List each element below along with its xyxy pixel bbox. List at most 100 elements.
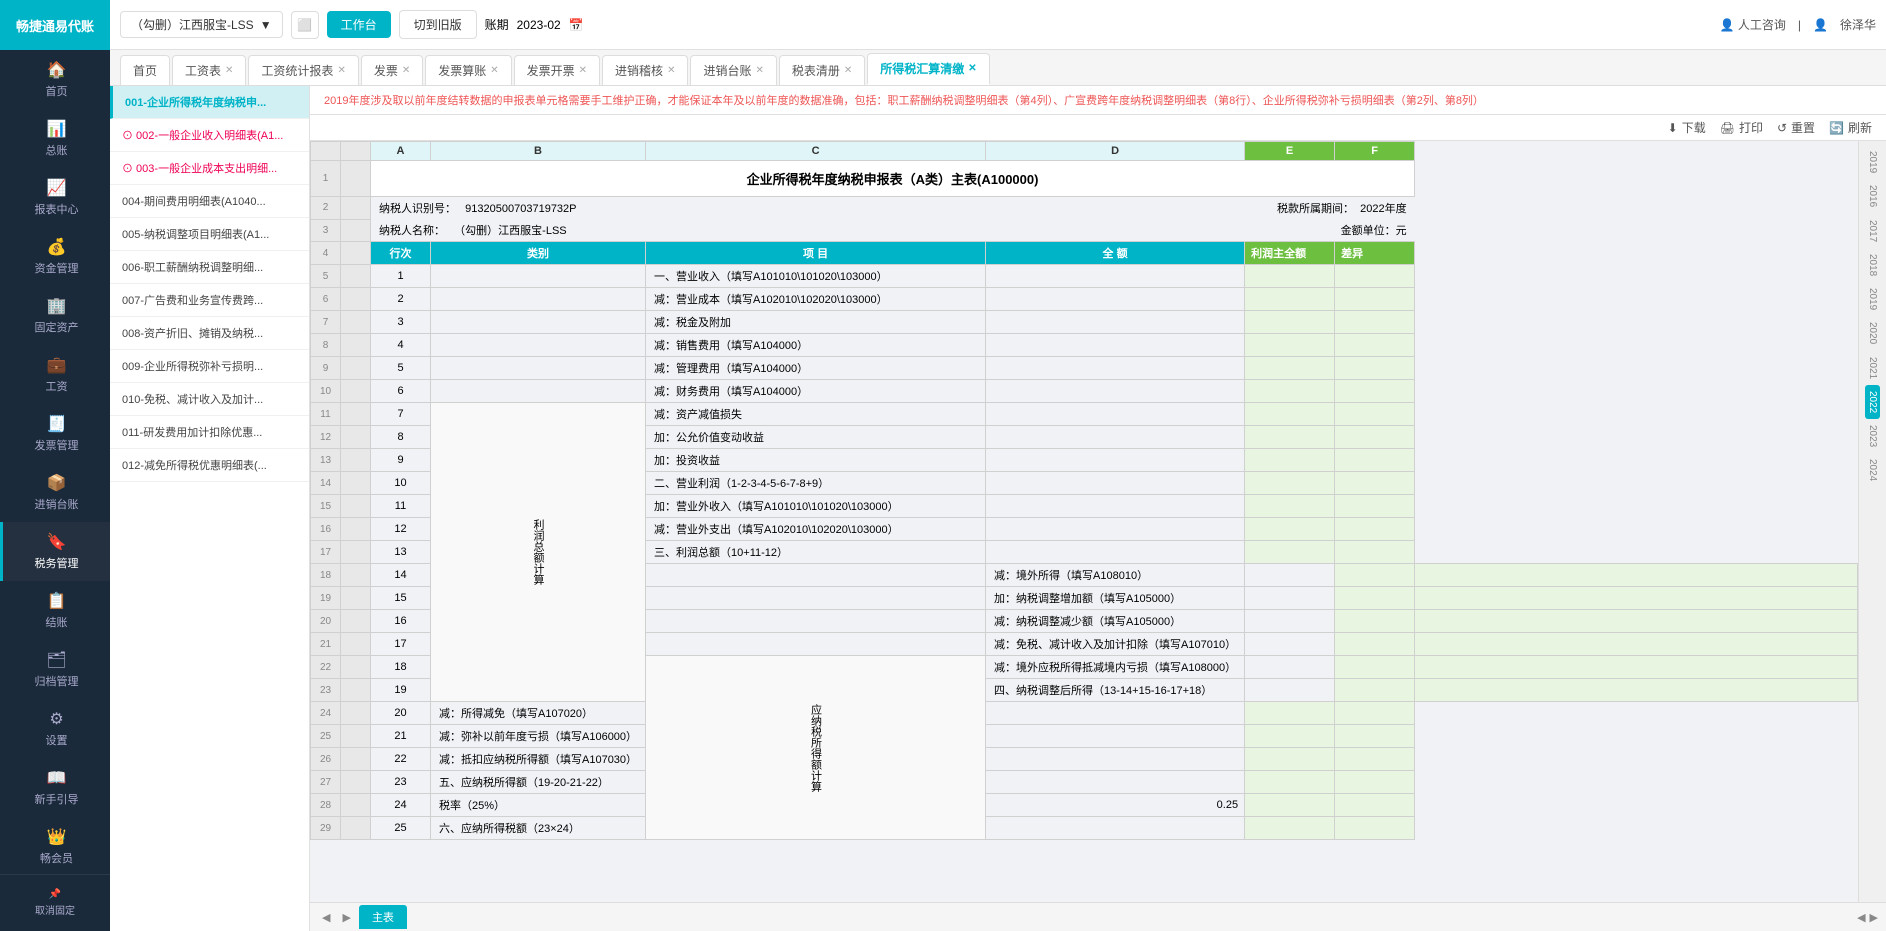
- row-line-5[interactable]: 5: [371, 357, 431, 380]
- report-item-011[interactable]: 011-研发费用加计扣除优惠...: [110, 416, 309, 449]
- row-diff-2[interactable]: [1335, 288, 1415, 311]
- row-profit-13[interactable]: [1245, 541, 1335, 564]
- row-amount-5[interactable]: [986, 357, 1245, 380]
- row-diff-12[interactable]: [1335, 518, 1415, 541]
- row-diff-8[interactable]: [1335, 426, 1415, 449]
- row-item-16[interactable]: 减：纳税调整减少额（填写A105000）: [986, 610, 1245, 633]
- row-item-11[interactable]: 加：营业外收入（填写A101010\101020\103000）: [646, 495, 986, 518]
- row-diff-25[interactable]: [1335, 817, 1415, 840]
- row-amount-2[interactable]: [986, 288, 1245, 311]
- row-line-19[interactable]: 19: [371, 679, 431, 702]
- sidebar-item-ledger[interactable]: 📊 总账: [0, 109, 110, 168]
- row-line-23[interactable]: 23: [371, 771, 431, 794]
- row-amount-20[interactable]: [986, 702, 1245, 725]
- company-selector[interactable]: （勾删）江西服宝-LSS ▼: [120, 11, 283, 38]
- tab-进销台账[interactable]: 进销台账✕: [690, 55, 776, 85]
- sidebar-item-settings[interactable]: ⚙ 设置: [0, 699, 110, 758]
- row-profit-21[interactable]: [1245, 725, 1335, 748]
- row-amount-23[interactable]: [986, 771, 1245, 794]
- sheet-nav-left[interactable]: ◀: [318, 909, 334, 926]
- row-item-5[interactable]: 减：管理费用（填写A104000）: [646, 357, 986, 380]
- tab-工资统计报表[interactable]: 工资统计报表✕: [248, 55, 358, 85]
- report-item-006[interactable]: 006-职工薪酬纳税调整明细...: [110, 251, 309, 284]
- row-amount-9[interactable]: [986, 449, 1245, 472]
- row-line-11[interactable]: 11: [371, 495, 431, 518]
- tab-发票开票[interactable]: 发票开票✕: [514, 55, 600, 85]
- row-line-17[interactable]: 17: [371, 633, 431, 656]
- row-amount-19[interactable]: [1245, 679, 1335, 702]
- year-item-2021[interactable]: 2021: [1865, 351, 1880, 385]
- row-item-19[interactable]: 四、纳税调整后所得（13-14+15-16-17+18）: [986, 679, 1245, 702]
- tab-税表清册[interactable]: 税表清册✕: [779, 55, 865, 85]
- row-diff-9[interactable]: [1335, 449, 1415, 472]
- row-item-15[interactable]: 加：纳税调整增加额（填写A105000）: [986, 587, 1245, 610]
- row-item-9[interactable]: 加：投资收益: [646, 449, 986, 472]
- row-profit-15[interactable]: [1335, 587, 1415, 610]
- year-item-2016[interactable]: 2016: [1865, 179, 1880, 213]
- row-diff-11[interactable]: [1335, 495, 1415, 518]
- row-profit-12[interactable]: [1245, 518, 1335, 541]
- row-diff-1[interactable]: [1335, 265, 1415, 288]
- row-amount-15[interactable]: [1245, 587, 1335, 610]
- switch-old-button[interactable]: 切到旧版: [399, 10, 477, 39]
- row-line-14[interactable]: 14: [371, 564, 431, 587]
- row-profit-14[interactable]: [1335, 564, 1415, 587]
- row-item-20[interactable]: 减：所得减免（填写A107020）: [431, 702, 646, 725]
- row-profit-11[interactable]: [1245, 495, 1335, 518]
- print-button[interactable]: 🖨 打印: [1720, 119, 1763, 136]
- refresh-button[interactable]: 🔄 刷新: [1829, 119, 1872, 136]
- row-line-9[interactable]: 9: [371, 449, 431, 472]
- row-diff-19[interactable]: [1415, 679, 1858, 702]
- row-diff-6[interactable]: [1335, 380, 1415, 403]
- row-amount-24[interactable]: 0.25: [986, 794, 1245, 817]
- tab-工资表[interactable]: 工资表✕: [172, 55, 246, 85]
- tab-进销稽核[interactable]: 进销稽核✕: [602, 55, 688, 85]
- tab-close-icon[interactable]: ✕: [337, 65, 345, 76]
- tab-close-icon[interactable]: ✕: [755, 65, 763, 76]
- row-profit-25[interactable]: [1245, 817, 1335, 840]
- report-item-005[interactable]: 005-纳税调整项目明细表(A1...: [110, 218, 309, 251]
- row-line-10[interactable]: 10: [371, 472, 431, 495]
- sidebar-item-invoice[interactable]: 🧾 发票管理: [0, 404, 110, 463]
- row-item-13[interactable]: 三、利润总额（10+11-12）: [646, 541, 986, 564]
- row-profit-24[interactable]: [1245, 794, 1335, 817]
- user-service-btn[interactable]: 👤 人工咨询: [1720, 16, 1786, 33]
- workstation-button[interactable]: 工作台: [327, 11, 391, 38]
- sidebar-item-purchase[interactable]: 📦 进销台账: [0, 463, 110, 522]
- row-amount-14[interactable]: [1245, 564, 1335, 587]
- row-line-6[interactable]: 6: [371, 380, 431, 403]
- row-item-21[interactable]: 减：弥补以前年度亏损（填写A106000）: [431, 725, 646, 748]
- row-profit-5[interactable]: [1245, 357, 1335, 380]
- row-profit-18[interactable]: [1335, 656, 1415, 679]
- scroll-left-btn[interactable]: ◀: [1857, 911, 1865, 924]
- row-line-13[interactable]: 13: [371, 541, 431, 564]
- row-profit-22[interactable]: [1245, 748, 1335, 771]
- row-diff-22[interactable]: [1335, 748, 1415, 771]
- row-profit-6[interactable]: [1245, 380, 1335, 403]
- row-amount-12[interactable]: [986, 518, 1245, 541]
- report-item-010[interactable]: 010-免税、减计收入及加计...: [110, 383, 309, 416]
- report-item-001[interactable]: 001-企业所得税年度纳税申...: [110, 86, 309, 119]
- row-line-3[interactable]: 3: [371, 311, 431, 334]
- row-line-16[interactable]: 16: [371, 610, 431, 633]
- row-profit-19[interactable]: [1335, 679, 1415, 702]
- report-item-003[interactable]: ⊙ 003-一般企业成本支出明细...: [110, 152, 309, 185]
- row-diff-18[interactable]: [1415, 656, 1858, 679]
- row-diff-13[interactable]: [1335, 541, 1415, 564]
- row-line-12[interactable]: 12: [371, 518, 431, 541]
- row-profit-1[interactable]: [1245, 265, 1335, 288]
- row-amount-18[interactable]: [1245, 656, 1335, 679]
- row-amount-8[interactable]: [986, 426, 1245, 449]
- row-line-22[interactable]: 22: [371, 748, 431, 771]
- sidebar-item-assets[interactable]: 🏢 固定资产: [0, 286, 110, 345]
- row-item-1[interactable]: 一、营业收入（填写A101010\101020\103000）: [646, 265, 986, 288]
- year-item-2017[interactable]: 2017: [1865, 214, 1880, 248]
- row-diff-20[interactable]: [1335, 702, 1415, 725]
- report-item-007[interactable]: 007-广告费和业务宣传费跨...: [110, 284, 309, 317]
- row-diff-5[interactable]: [1335, 357, 1415, 380]
- row-line-18[interactable]: 18: [371, 656, 431, 679]
- row-diff-7[interactable]: [1335, 403, 1415, 426]
- year-item-2019[interactable]: 2019: [1865, 282, 1880, 316]
- row-line-25[interactable]: 25: [371, 817, 431, 840]
- sidebar-item-guide[interactable]: 📖 新手引导: [0, 758, 110, 817]
